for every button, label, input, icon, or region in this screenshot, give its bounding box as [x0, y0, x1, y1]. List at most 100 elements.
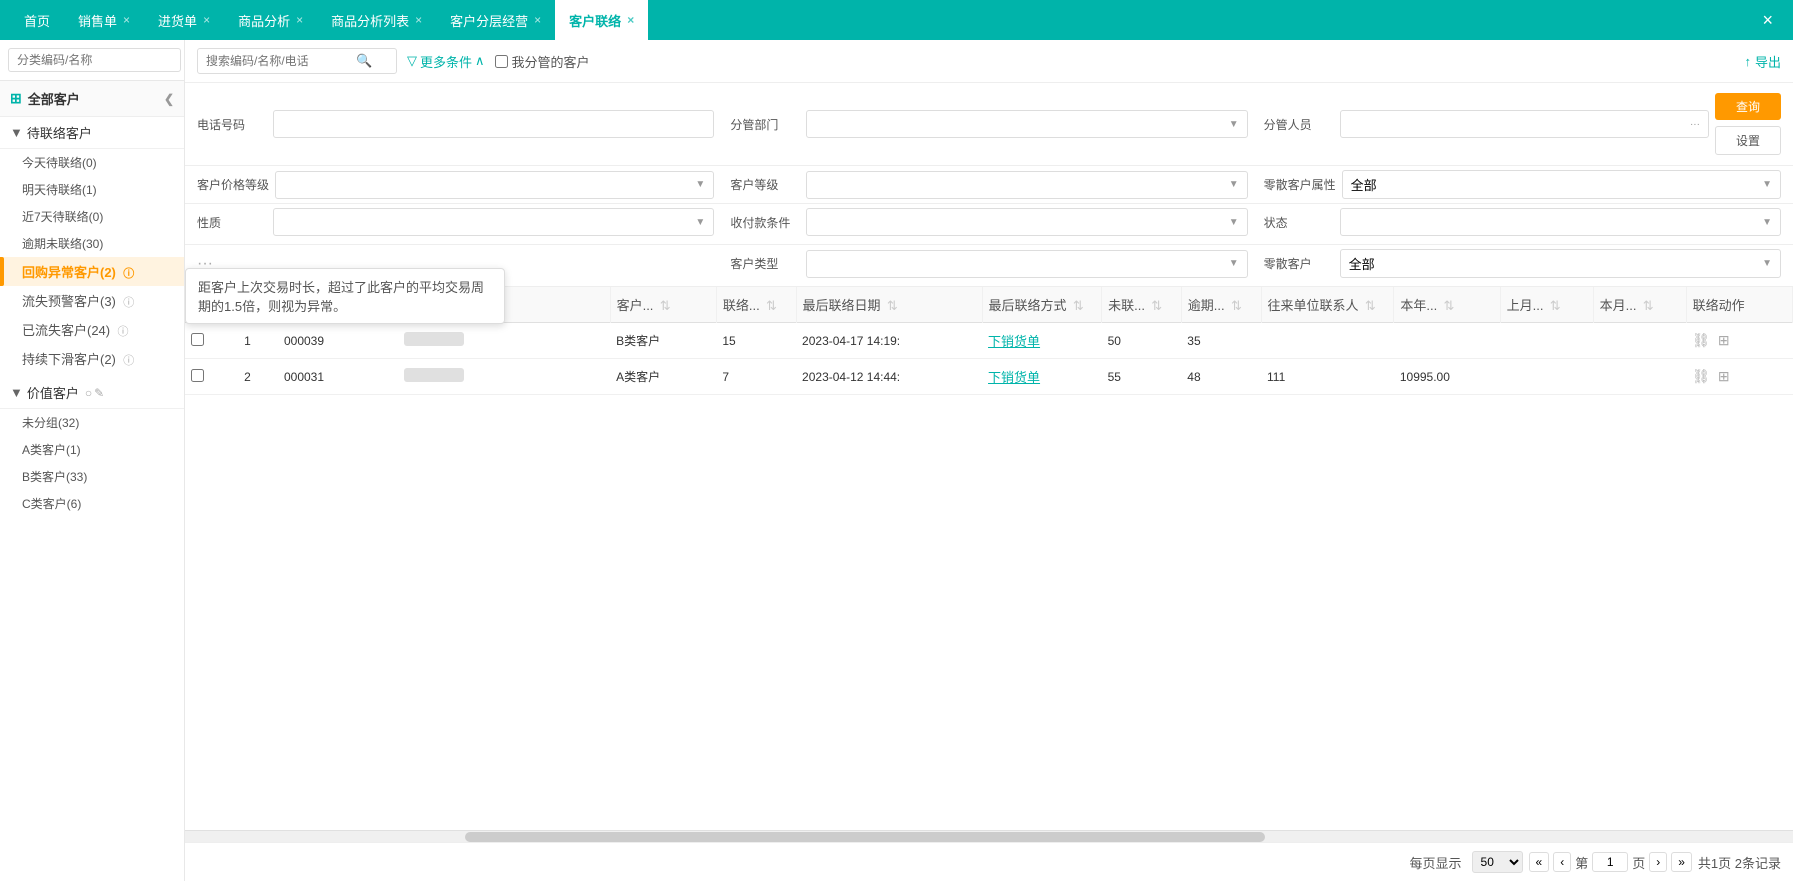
per-page-select[interactable]: 50 10 20 100 [1472, 851, 1523, 873]
window-close-button[interactable]: × [1752, 10, 1783, 31]
pending-contact-group[interactable]: ▼ 待联络客户 [0, 117, 184, 149]
filter-payment-select[interactable]: ▼ [806, 208, 1247, 236]
main-search-icon[interactable]: 🔍 [356, 53, 372, 69]
sidebar-item-b-class[interactable]: B类客户(33) [0, 463, 184, 490]
nav-customer-contact-close-icon[interactable]: × [627, 13, 634, 27]
sidebar-search-input[interactable] [8, 48, 181, 72]
th-this-month[interactable]: 本月... ⇅ [1593, 287, 1686, 323]
row1-last-contact-link[interactable]: 下销货单 [988, 334, 1040, 349]
nav-product-analysis-close-icon[interactable]: × [296, 13, 303, 27]
row2-grid-action-icon[interactable]: ⊞ [1718, 368, 1730, 385]
filter-phone-input[interactable] [273, 110, 714, 138]
all-customers-header[interactable]: ⊞ 全部客户 ❮ [0, 81, 184, 117]
th-last-contact-date[interactable]: 最后联络日期 ⇅ [796, 287, 982, 323]
settings-button[interactable]: 设置 [1715, 126, 1781, 155]
filter-retail-customer-select[interactable]: 全部 ▼ [1340, 249, 1781, 278]
sort-contact-person-icon: ⇅ [1365, 298, 1376, 313]
filter-phone-row: 电话号码 [197, 93, 714, 155]
sidebar-search-area: 🔍 [0, 40, 184, 81]
row2-last-month [1500, 359, 1593, 395]
sidebar-item-today-contact[interactable]: 今天待联络(0) [0, 149, 184, 176]
nav-product-analysis[interactable]: 商品分析 × [224, 0, 317, 40]
value-customers-group[interactable]: ▼ 价值客户 ○ ✎ [0, 377, 184, 409]
current-page-input[interactable] [1592, 852, 1628, 872]
nav-sales[interactable]: 销售单 × [64, 0, 144, 40]
row1-actions: ⛓ ⊞ [1686, 323, 1792, 359]
nav-product-analysis-list-close-icon[interactable]: × [415, 13, 422, 27]
more-filter-button[interactable]: ▽ 更多条件 ∧ [407, 52, 485, 71]
sidebar-item-a-class[interactable]: A类客户(1) [0, 436, 184, 463]
nav-customer-contact[interactable]: 客户联络 × [555, 0, 648, 40]
filter-manager-row: 分管人员 ··· 查询 设置 [1264, 93, 1781, 155]
value-group-edit-icon[interactable]: ✎ [94, 386, 104, 400]
info-icon-churn-warning: ⓘ [123, 297, 134, 309]
query-button[interactable]: 查询 [1715, 93, 1781, 120]
nav-product-analysis-list[interactable]: 商品分析列表 × [317, 0, 436, 40]
filter-customer-tier-select[interactable]: ▼ [806, 171, 1247, 199]
row1-contact-person [1261, 323, 1394, 359]
sort-this-month-icon: ⇅ [1643, 298, 1654, 313]
filter-manager-label: 分管人员 [1264, 116, 1334, 133]
nav-sales-close-icon[interactable]: × [123, 13, 130, 27]
th-this-year[interactable]: 本年... ⇅ [1394, 287, 1500, 323]
row1-code: 000039 [278, 323, 398, 359]
sidebar-item-churned[interactable]: 已流失客户(24) ⓘ [0, 315, 184, 344]
filter-dept-down-arrow: ▼ [1229, 119, 1239, 130]
filter-customer-type-select[interactable]: ▼ [806, 250, 1247, 278]
sidebar-item-unclassified[interactable]: 未分组(32) [0, 409, 184, 436]
th-last-month[interactable]: 上月... ⇅ [1500, 287, 1593, 323]
nav-customer-tier[interactable]: 客户分层经营 × [436, 0, 555, 40]
th-contact-person[interactable]: 往来单位联系人 ⇅ [1261, 287, 1394, 323]
sidebar-item-tomorrow-contact[interactable]: 明天待联络(1) [0, 176, 184, 203]
row2-type: A类客户 [610, 359, 716, 395]
th-contact-count[interactable]: 联络... ⇅ [716, 287, 796, 323]
next-page-button[interactable]: › [1649, 852, 1667, 872]
filter-price-tier-select[interactable]: ▼ [275, 171, 714, 199]
row2-checkbox[interactable] [191, 369, 204, 382]
first-page-button[interactable]: « [1529, 852, 1550, 872]
th-customer-type[interactable]: 客户... ⇅ [610, 287, 716, 323]
prev-page-button[interactable]: ‹ [1553, 852, 1571, 872]
table-row: 2 000031 A类客户 7 2023-04-12 14:44: 下销货单 5… [185, 359, 1793, 395]
nav-purchase[interactable]: 进货单 × [144, 0, 224, 40]
horizontal-scrollbar-thumb[interactable] [465, 832, 1265, 842]
row2-last-contact-link[interactable]: 下销货单 [988, 370, 1040, 385]
filter-dept-select[interactable]: ▼ [806, 110, 1247, 138]
row1-uncontacted: 50 [1102, 323, 1182, 359]
my-customers-checkbox[interactable] [495, 55, 508, 68]
sidebar-item-repurchase-abnormal[interactable]: 回购异常客户(2) ⓘ [0, 257, 184, 286]
th-last-contact-method[interactable]: 最后联络方式 ⇅ [982, 287, 1102, 323]
row1-index: 1 [238, 323, 278, 359]
th-overdue[interactable]: 逾期... ⇅ [1181, 287, 1261, 323]
grid-icon: ⊞ [10, 90, 22, 107]
row2-link-action-icon[interactable]: ⛓ [1692, 368, 1710, 385]
value-group-circle-icon[interactable]: ○ [85, 386, 92, 400]
sidebar: 🔍 ⊞ 全部客户 ❮ ▼ 待联络客户 今天待联络(0) 明天待联络(1) 近7天… [0, 40, 185, 881]
row1-checkbox[interactable] [191, 333, 204, 346]
export-button[interactable]: ↑ 导出 [1744, 52, 1781, 71]
sort-last-contact-date-icon: ⇅ [887, 298, 898, 313]
nav-home[interactable]: 首页 [10, 0, 64, 40]
main-search-input[interactable] [206, 54, 356, 68]
sidebar-item-7day-contact[interactable]: 近7天待联络(0) [0, 203, 184, 230]
filter-nature-select[interactable]: ▼ [273, 208, 714, 236]
nav-customer-tier-close-icon[interactable]: × [534, 13, 541, 27]
filter-price-tier-label: 客户价格等级 [197, 176, 269, 193]
horizontal-scrollbar[interactable] [185, 830, 1793, 842]
row1-grid-action-icon[interactable]: ⊞ [1718, 332, 1730, 349]
filter-retail-attr-select[interactable]: 全部 ▼ [1342, 170, 1781, 199]
sidebar-item-churn-warning[interactable]: 流失预警客户(3) ⓘ [0, 286, 184, 315]
my-customers-label: 我分管的客户 [512, 52, 590, 71]
th-uncontacted[interactable]: 未联... ⇅ [1102, 287, 1182, 323]
last-page-button[interactable]: » [1671, 852, 1692, 872]
row2-last-contact-date: 2023-04-12 14:44: [796, 359, 982, 395]
sidebar-item-c-class[interactable]: C类客户(6) [0, 490, 184, 517]
filter-status-select[interactable]: ▼ [1340, 208, 1781, 236]
filter-manager-select[interactable]: ··· [1340, 110, 1709, 138]
sort-customer-type-icon: ⇅ [660, 298, 671, 313]
top-navigation: 首页 销售单 × 进货单 × 商品分析 × 商品分析列表 × 客户分层经营 × … [0, 0, 1793, 40]
sidebar-item-declining[interactable]: 持续下滑客户(2) ⓘ [0, 344, 184, 373]
nav-purchase-close-icon[interactable]: × [203, 13, 210, 27]
sidebar-item-overdue-contact[interactable]: 逾期未联络(30) [0, 230, 184, 257]
row1-link-action-icon[interactable]: ⛓ [1692, 332, 1710, 349]
